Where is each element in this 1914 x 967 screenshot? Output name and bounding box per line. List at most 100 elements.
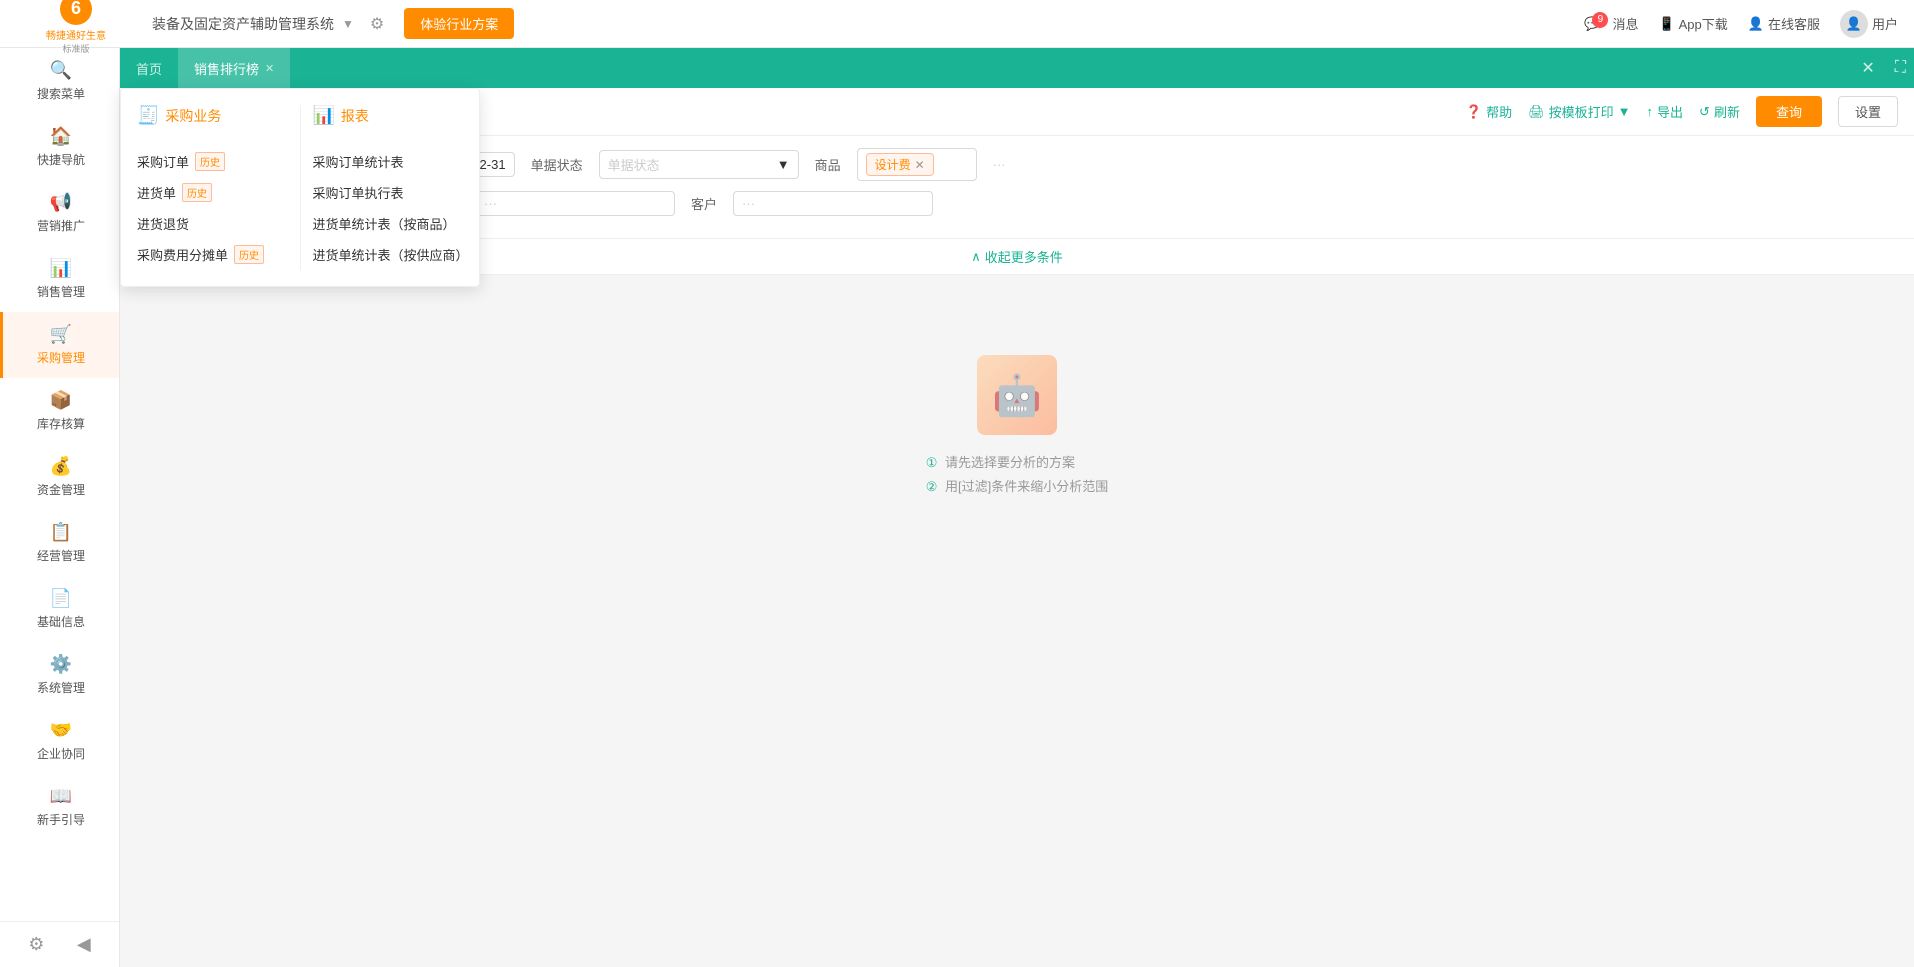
- user-label: 用户: [1872, 14, 1898, 33]
- phone-icon: 📱: [1658, 16, 1674, 32]
- menu-item-purchase-order-stats-label: 采购订单统计表: [313, 152, 404, 171]
- tab-close-all-icon[interactable]: ✕: [1849, 58, 1886, 78]
- inventory-icon: 📦: [50, 390, 72, 411]
- goods-label: 商品: [815, 155, 841, 174]
- sidebar-label-enterprise: 企业协同: [37, 745, 85, 762]
- sidebar-item-search[interactable]: 🔍 搜索菜单: [0, 48, 119, 114]
- collapse-text: 收起更多条件: [985, 247, 1063, 266]
- sidebar-item-marketing[interactable]: 📢 营销推广: [0, 180, 119, 246]
- online-service-label: 在线客服: [1768, 14, 1820, 33]
- refresh-btn[interactable]: ↺ 刷新: [1699, 102, 1740, 121]
- finance-icon: 💰: [50, 456, 72, 477]
- staff-input[interactable]: ···: [475, 191, 675, 216]
- sidebar-label-system: 系统管理: [37, 679, 85, 696]
- sidebar-item-guide[interactable]: 📖 新手引导: [0, 774, 119, 840]
- customer-input[interactable]: ···: [733, 191, 933, 216]
- home-icon: 🏠: [50, 126, 72, 147]
- sidebar-item-operations[interactable]: 📋 经营管理: [0, 510, 119, 576]
- logo-edition: 标准版: [62, 42, 89, 55]
- sidebar-collapse-icon[interactable]: ◀: [77, 934, 91, 955]
- customer-label: 客户: [691, 194, 717, 213]
- report-section-icon: 📊: [313, 105, 335, 126]
- menu-item-incoming[interactable]: 进货单 历史: [137, 177, 288, 208]
- message-badge: 9: [1592, 12, 1608, 28]
- sidebar-label-search: 搜索菜单: [37, 85, 85, 102]
- logo-icon: 6: [60, 0, 92, 25]
- sidebar-bottom: ⚙ ◀: [0, 921, 119, 967]
- sidebar-label-operations: 经营管理: [37, 547, 85, 564]
- sidebar-item-quick-nav[interactable]: 🏠 快捷导航: [0, 114, 119, 180]
- menu-divider: [300, 105, 301, 270]
- customer-dots: ···: [742, 196, 755, 211]
- system-icon: ⚙️: [50, 654, 72, 675]
- title-dropdown-icon[interactable]: ▼: [342, 17, 354, 31]
- goods-more-dots[interactable]: ···: [993, 157, 1006, 172]
- menu-item-incoming-label: 进货单: [137, 183, 176, 202]
- header-right: 💬 9 消息 📱 App下载 👤 在线客服 👤 用户: [1584, 10, 1898, 38]
- empty-robot-icon: 🤖: [977, 355, 1057, 435]
- doc-status-placeholder: 单据状态: [608, 155, 660, 174]
- sidebar-item-purchase[interactable]: 🛒 采购管理: [0, 312, 119, 378]
- menu-item-purchase-order-stats[interactable]: 采购订单统计表: [313, 146, 464, 177]
- menu-item-return-label: 进货退货: [137, 214, 189, 233]
- empty-hint-2: ② 用[过滤]条件来缩小分析范围: [926, 475, 1109, 499]
- sidebar-item-basic-info[interactable]: 📄 基础信息: [0, 576, 119, 642]
- sales-icon: 📊: [50, 258, 72, 279]
- system-title: 装备及固定资产辅助管理系统: [152, 14, 334, 34]
- menu-item-purchase-order-exec-label: 采购订单执行表: [313, 183, 404, 202]
- menu-item-purchase-order[interactable]: 采购订单 历史: [137, 146, 288, 177]
- sidebar-label-inventory: 库存核算: [37, 415, 85, 432]
- staff-dots: ···: [484, 196, 497, 211]
- print-dropdown-icon: ▼: [1618, 104, 1631, 119]
- menu-item-incoming-stats-goods[interactable]: 进货单统计表（按商品）: [313, 208, 464, 239]
- tab-close-icon[interactable]: ✕: [265, 62, 274, 75]
- settings-page-btn[interactable]: 设置: [1838, 96, 1898, 127]
- menu-item-purchase-order-label: 采购订单: [137, 152, 189, 171]
- app-download-label: App下载: [1679, 14, 1728, 33]
- query-btn[interactable]: 查询: [1756, 96, 1822, 127]
- empty-hints: ① 请先选择要分析的方案 ② 用[过滤]条件来缩小分析范围: [926, 451, 1109, 499]
- export-btn[interactable]: ↑ 导出: [1647, 102, 1684, 121]
- help-icon: ❓: [1466, 104, 1482, 120]
- search-icon: 🔍: [50, 60, 72, 81]
- sidebar-label-basic-info: 基础信息: [37, 613, 85, 630]
- sidebar-item-inventory[interactable]: 📦 库存核算: [0, 378, 119, 444]
- header-settings-icon[interactable]: ⚙: [370, 14, 384, 34]
- header-title-area: 装备及固定资产辅助管理系统 ▼ ⚙ 体验行业方案: [152, 8, 1584, 39]
- online-service-action[interactable]: 👤 在线客服: [1748, 14, 1820, 33]
- doc-status-input[interactable]: 单据状态 ▼: [599, 150, 799, 179]
- user-action[interactable]: 👤 用户: [1840, 10, 1898, 38]
- doc-status-dropdown-icon: ▼: [777, 157, 790, 172]
- hist-badge-purchase-order: 历史: [195, 152, 225, 171]
- enterprise-icon: 🤝: [50, 720, 72, 741]
- goods-input[interactable]: 设计费 ✕: [857, 148, 977, 181]
- tab-sales-rank[interactable]: 销售排行榜 ✕: [178, 48, 290, 88]
- message-action[interactable]: 💬 9 消息: [1584, 14, 1638, 33]
- collapse-icon: ∧: [971, 249, 981, 265]
- purchase-icon: 🛒: [50, 324, 72, 345]
- sidebar-label-finance: 资金管理: [37, 481, 85, 498]
- sidebar-item-sales[interactable]: 📊 销售管理: [0, 246, 119, 312]
- menu-item-incoming-stats-supplier[interactable]: 进货单统计表（按供应商）: [313, 239, 464, 270]
- print-btn[interactable]: 🖨 按模板打印 ▼: [1528, 102, 1630, 121]
- doc-status-label: 单据状态: [531, 155, 583, 174]
- menu-item-return[interactable]: 进货退货: [137, 208, 288, 239]
- sidebar-item-finance[interactable]: 💰 资金管理: [0, 444, 119, 510]
- help-link[interactable]: ❓ 帮助: [1466, 102, 1512, 121]
- industry-btn[interactable]: 体验行业方案: [404, 8, 514, 39]
- report-section-title: 📊 报表: [313, 105, 464, 134]
- goods-tag: 设计费 ✕: [866, 153, 934, 176]
- tab-expand-icon[interactable]: ⛶: [1887, 59, 1914, 77]
- service-icon: 👤: [1748, 16, 1764, 32]
- app-download-action[interactable]: 📱 App下载: [1658, 14, 1727, 33]
- empty-state: 🤖 ① 请先选择要分析的方案 ② 用[过滤]条件来缩小分析范围: [120, 275, 1914, 579]
- guide-icon: 📖: [50, 786, 72, 807]
- sidebar-item-enterprise[interactable]: 🤝 企业协同: [0, 708, 119, 774]
- menu-item-purchase-order-exec[interactable]: 采购订单执行表: [313, 177, 464, 208]
- menu-item-expense[interactable]: 采购费用分摊单 历史: [137, 239, 288, 270]
- goods-tag-remove[interactable]: ✕: [915, 158, 925, 172]
- user-avatar: 👤: [1840, 10, 1868, 38]
- hist-badge-expense: 历史: [234, 245, 264, 264]
- sidebar-settings-icon[interactable]: ⚙: [28, 934, 44, 955]
- sidebar-item-system[interactable]: ⚙️ 系统管理: [0, 642, 119, 708]
